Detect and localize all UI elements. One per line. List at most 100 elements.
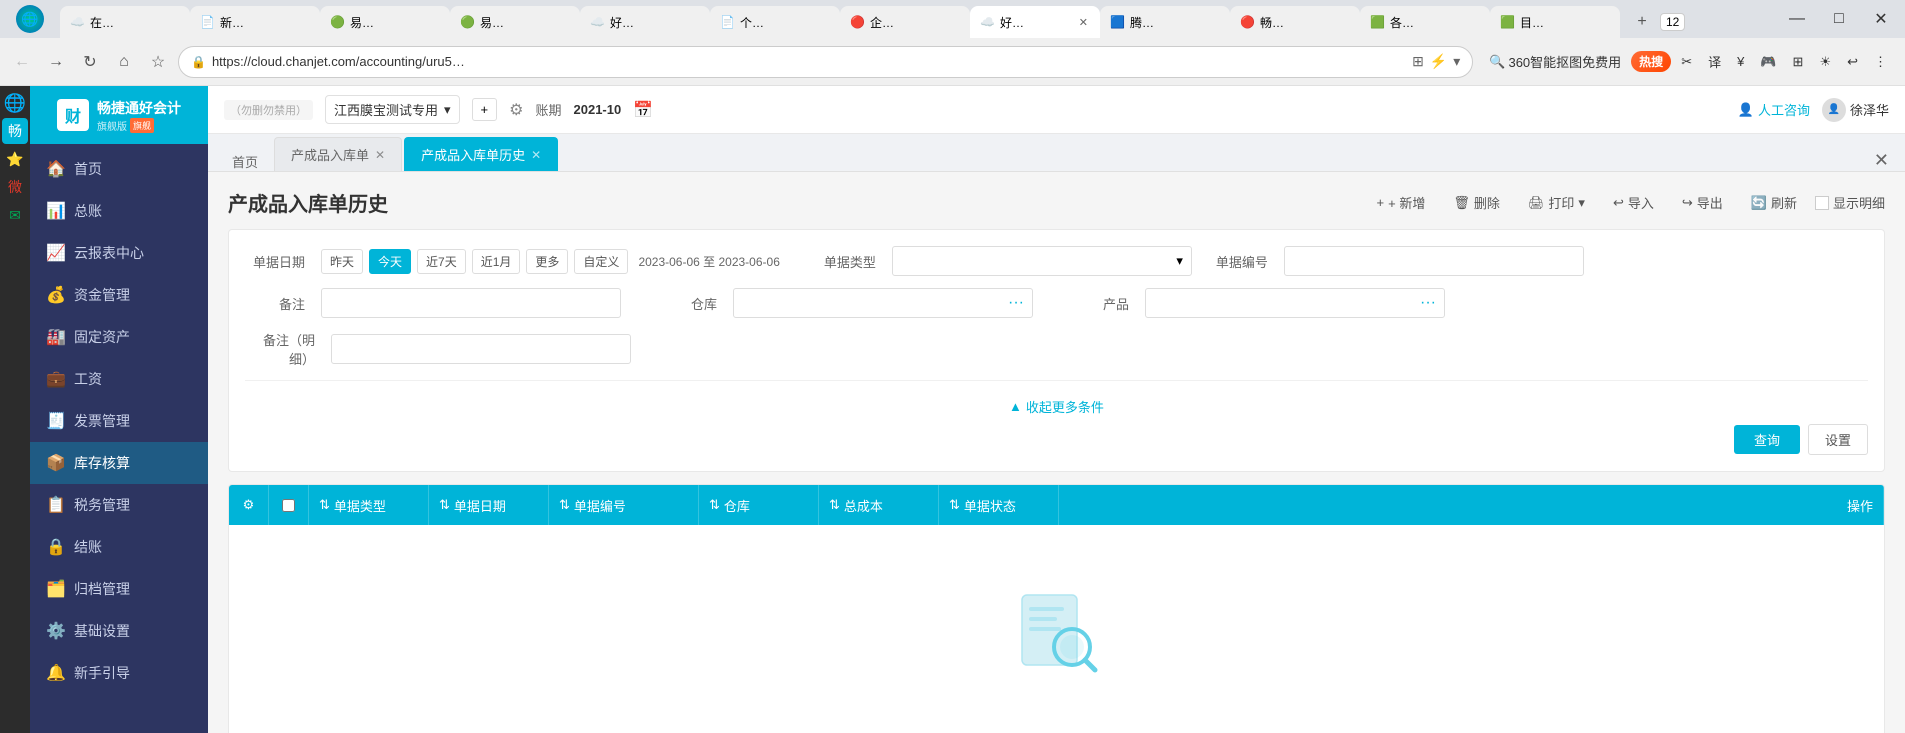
sidebar-item-tax[interactable]: 📋 税务管理 (30, 484, 208, 526)
restore-button[interactable]: □ (1819, 3, 1859, 35)
remark-detail-input[interactable] (331, 334, 631, 364)
translate-btn[interactable]: 译 (1702, 48, 1727, 76)
display-toggle[interactable]: 显示明细 (1815, 193, 1885, 212)
new-tab-button[interactable]: + (1628, 8, 1656, 36)
grid2-btn[interactable]: ⊞ (1787, 48, 1810, 76)
scissors-btn[interactable]: ✂ (1675, 48, 1698, 76)
tab-4[interactable]: 🟢 易… (450, 6, 580, 38)
export-button[interactable]: ↪ 导出 (1672, 188, 1733, 217)
product-select[interactable]: ··· (1145, 288, 1445, 318)
undo-btn[interactable]: ↩ (1841, 48, 1864, 76)
date-btn-more[interactable]: 更多 (526, 249, 568, 274)
calendar-icon[interactable]: 📅 (633, 100, 653, 120)
collapse-btn[interactable]: ▲ 收起更多条件 (1009, 397, 1104, 416)
print-button[interactable]: 🖨 打印 ▾ (1518, 188, 1595, 217)
bookmark-button[interactable]: ☆ (144, 48, 172, 76)
sidebar-item-salary[interactable]: 💼 工资 (30, 358, 208, 400)
product-dots[interactable]: ··· (1420, 294, 1436, 312)
refresh-button[interactable]: 🔄 刷新 (1741, 188, 1807, 217)
tab-9[interactable]: 🟦 腾… (1100, 6, 1230, 38)
lightning-icon[interactable]: ⚡ (1430, 53, 1447, 70)
tab-10[interactable]: 🔴 畅… (1230, 6, 1360, 38)
sidebar-item-settings[interactable]: ⚙️ 基础设置 (30, 610, 208, 652)
back-button[interactable]: ← (8, 48, 36, 76)
tab-2[interactable]: 📄 新… (190, 6, 320, 38)
th-gear[interactable]: ⚙ (229, 485, 269, 525)
close-button[interactable]: ✕ (1861, 3, 1901, 35)
sidebar-item-close[interactable]: 🔒 结账 (30, 526, 208, 568)
tab-11[interactable]: 🟩 各… (1360, 6, 1490, 38)
date-btn-month[interactable]: 近1月 (472, 249, 521, 274)
sidebar-item-ledger[interactable]: 📊 总账 (30, 190, 208, 232)
sidebar-item-home[interactable]: 🏠 首页 (30, 148, 208, 190)
doc-number-input[interactable] (1284, 246, 1584, 276)
sidebar-item-archive[interactable]: 🗂️ 归档管理 (30, 568, 208, 610)
tab-active[interactable]: ☁️ 在… (60, 6, 190, 38)
tab-current[interactable]: ☁️ 好… ✕ (970, 6, 1100, 38)
settings-gear-button[interactable]: ⚙ (509, 100, 523, 120)
left-icon-home[interactable]: 🌐 (2, 90, 28, 116)
date-btn-7days[interactable]: 近7天 (417, 249, 466, 274)
tab-3[interactable]: 🟢 易… (320, 6, 450, 38)
import-button[interactable]: ↩ 导入 (1603, 188, 1664, 217)
warehouse-select[interactable]: ··· (733, 288, 1033, 318)
tab-7[interactable]: 🔴 企… (840, 6, 970, 38)
address-input-wrap[interactable]: 🔒 https://cloud.chanjet.com/accounting/u… (178, 46, 1473, 78)
remark-input[interactable] (321, 288, 621, 318)
th-checkbox[interactable] (269, 485, 309, 525)
date-btn-today[interactable]: 今天 (369, 249, 411, 274)
sun-btn[interactable]: ☀ (1813, 48, 1837, 76)
game-btn[interactable]: 🎮 (1754, 48, 1782, 76)
sidebar-item-guide[interactable]: 🔔 新手引导 (30, 652, 208, 694)
dropdown-icon[interactable]: ▾ (1453, 53, 1460, 70)
select-all-checkbox[interactable] (282, 499, 295, 512)
tab-12[interactable]: 🟩 目… (1490, 6, 1620, 38)
left-icon-weibo[interactable]: 微 (2, 174, 28, 200)
org-selector[interactable]: 江西膜宝测试专用 ▾ (325, 95, 460, 124)
left-icon-mail[interactable]: ✉ (2, 202, 28, 228)
search-toolbar[interactable]: 🔍 360智能抠图免费用 (1483, 48, 1627, 76)
warehouse-dots[interactable]: ··· (1008, 294, 1024, 312)
th-date[interactable]: ⇅ 单据日期 (429, 485, 549, 525)
panel-close-btn[interactable]: ✕ (1874, 150, 1889, 171)
forward-button[interactable]: → (42, 48, 70, 76)
sidebar-item-inventory[interactable]: 📦 库存核算 (30, 442, 208, 484)
sidebar-item-invoice[interactable]: 🧾 发票管理 (30, 400, 208, 442)
doc-type-select[interactable]: ▾ (892, 246, 1192, 276)
page-tab-history[interactable]: 产成品入库单历史 ✕ (404, 137, 558, 171)
minimize-button[interactable]: — (1777, 3, 1817, 35)
add-button[interactable]: + + 新增 (1367, 188, 1436, 217)
th-warehouse[interactable]: ⇅ 仓库 (699, 485, 819, 525)
tab-count[interactable]: 12 (1660, 13, 1685, 31)
th-cost[interactable]: ⇅ 总成本 (819, 485, 939, 525)
add-org-button[interactable]: + (472, 98, 498, 121)
tab-5[interactable]: ☁️ 好… (580, 6, 710, 38)
sidebar-item-report[interactable]: 📈 云报表中心 (30, 232, 208, 274)
tab-history-close[interactable]: ✕ (531, 148, 541, 162)
sidebar-item-fund[interactable]: 💰 资金管理 (30, 274, 208, 316)
refresh-nav-button[interactable]: ↻ (76, 48, 104, 76)
th-number[interactable]: ⇅ 单据编号 (549, 485, 699, 525)
left-icon-chanjet[interactable]: 畅 (2, 118, 28, 144)
browser-logo[interactable]: 🌐 (16, 5, 44, 33)
display-checkbox[interactable] (1815, 196, 1829, 210)
breadcrumb-home[interactable]: 首页 (232, 152, 258, 171)
th-status[interactable]: ⇅ 单据状态 (939, 485, 1059, 525)
service-button[interactable]: 👤 人工咨询 (1738, 100, 1810, 119)
delete-button[interactable]: 🗑 删除 (1443, 188, 1510, 217)
user-info[interactable]: 👤 徐泽华 (1822, 98, 1889, 122)
left-icon-star[interactable]: ⭐ (2, 146, 28, 172)
yuan-btn[interactable]: ¥ (1731, 48, 1750, 76)
page-tab-list[interactable]: 产成品入库单 ✕ (274, 137, 402, 171)
query-button[interactable]: 查询 (1734, 425, 1800, 454)
tab-6[interactable]: 📄 个… (710, 6, 840, 38)
date-btn-custom[interactable]: 自定义 (574, 249, 628, 274)
home-button[interactable]: ⌂ (110, 48, 138, 76)
grid-icon[interactable]: ⊞ (1412, 53, 1424, 70)
tab-close-current[interactable]: ✕ (1077, 14, 1090, 31)
tab-list-close[interactable]: ✕ (375, 148, 385, 162)
date-btn-yesterday[interactable]: 昨天 (321, 249, 363, 274)
sidebar-item-assets[interactable]: 🏭 固定资产 (30, 316, 208, 358)
th-type[interactable]: ⇅ 单据类型 (309, 485, 429, 525)
hot-label[interactable]: 热搜 (1631, 51, 1671, 72)
